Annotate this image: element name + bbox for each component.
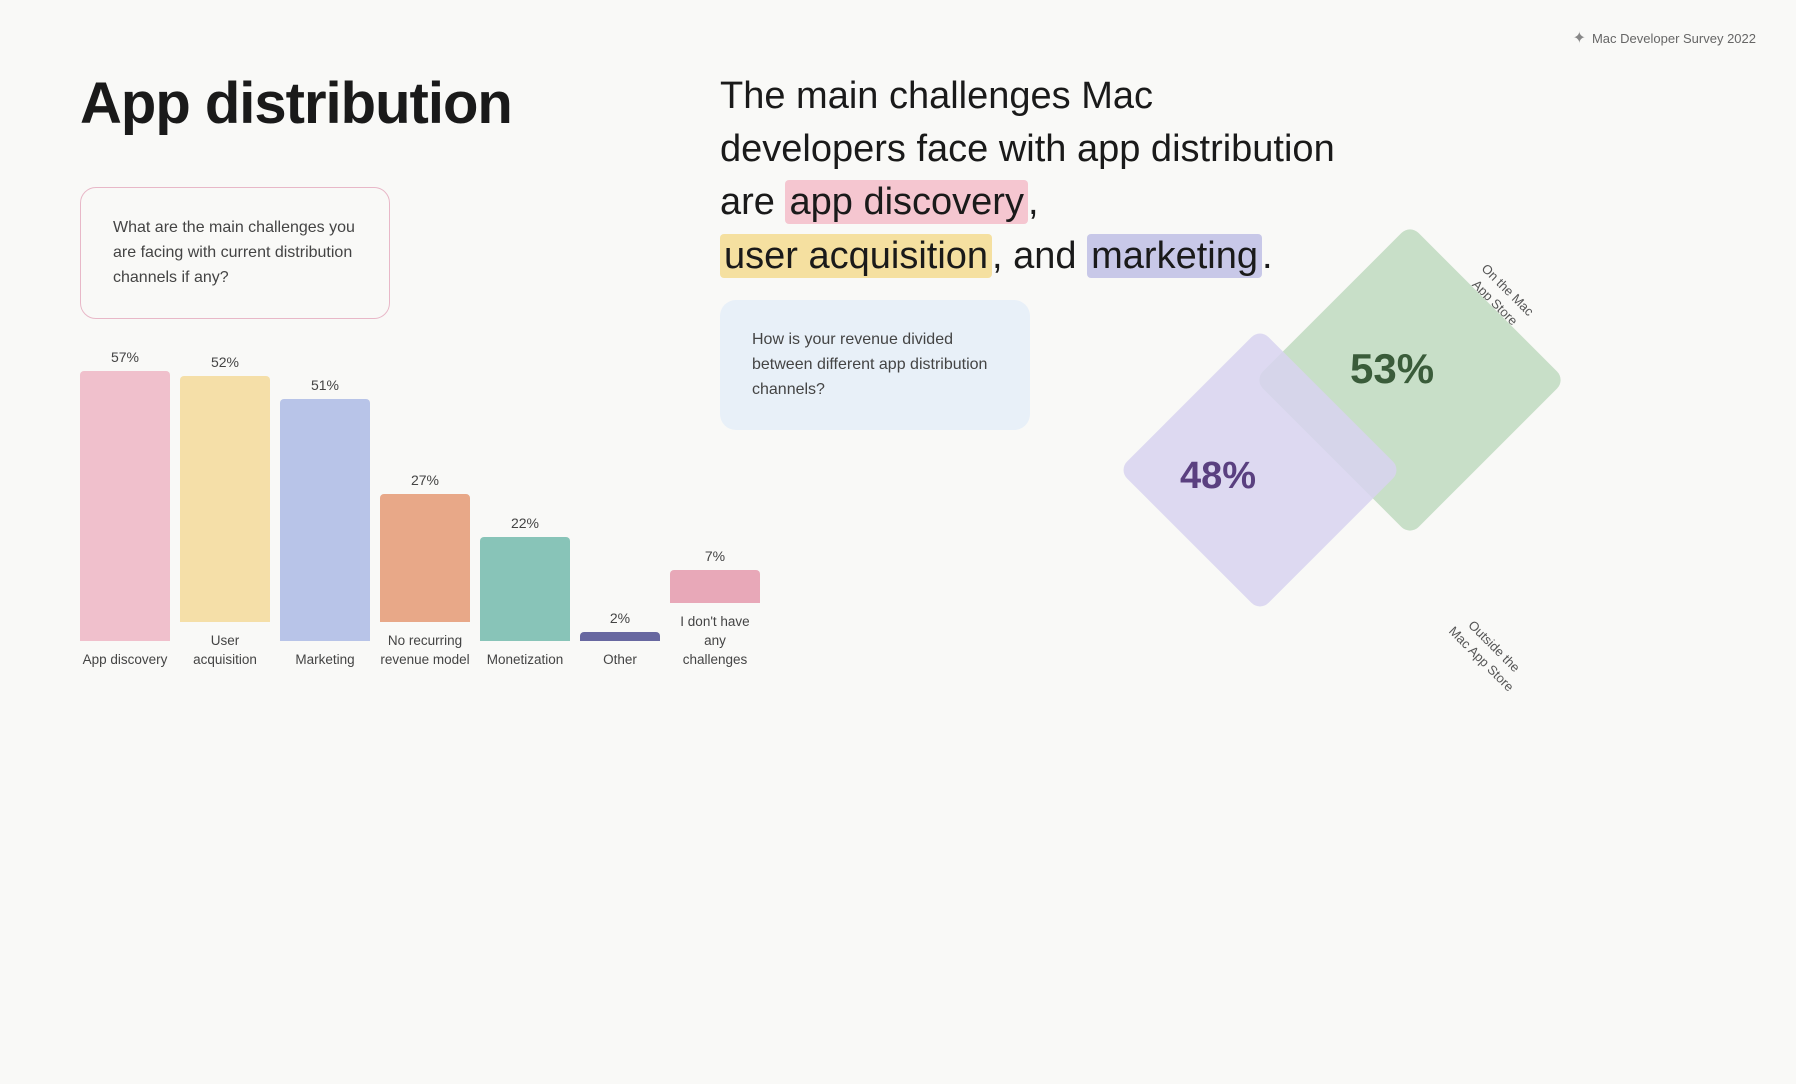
bar-pct: 57%: [111, 349, 139, 365]
bar-label: I don't haveany challenges: [670, 613, 760, 670]
brand-label: ✦ Mac Developer Survey 2022: [1573, 28, 1756, 48]
bar-label: Other: [603, 651, 637, 670]
diamond-lavender-pct: 48%: [1180, 455, 1256, 498]
bar-chart: 57% App discovery 52% Useracquisition 51…: [80, 359, 780, 669]
bar-pct: 7%: [705, 548, 725, 564]
bar-pct: 52%: [211, 354, 239, 370]
bar-rect: [480, 537, 570, 641]
bar-rect: [280, 399, 370, 641]
bar-group: 27% No recurringrevenue model: [380, 472, 470, 670]
outside-store-label: Outside theMac App Store: [1445, 610, 1530, 695]
bar-group: 57% App discovery: [80, 349, 170, 670]
headline: The main challenges Mac developers face …: [720, 70, 1340, 283]
bar-group: 51% Marketing: [280, 377, 370, 670]
bar-label: Monetization: [487, 651, 564, 670]
diamonds-container: On the MacApp Store 53% 48% Outside theM…: [1100, 270, 1600, 670]
headline-part3: , and: [992, 235, 1087, 277]
bar-rect: [380, 494, 470, 622]
question-box: What are the main challenges you are fac…: [80, 187, 390, 319]
bar-group: 2% Other: [580, 610, 660, 670]
question-box2: How is your revenue divided between diff…: [720, 300, 1030, 430]
bar-pct: 27%: [411, 472, 439, 488]
bar-label: Marketing: [295, 651, 354, 670]
bar-rect: [180, 376, 270, 622]
bar-pct: 22%: [511, 515, 539, 531]
page-title: App distribution: [80, 70, 780, 137]
highlight-discovery: app discovery: [785, 180, 1027, 224]
question-text: What are the main challenges you are fac…: [113, 216, 357, 290]
bar-rect: [580, 632, 660, 641]
brand-text: Mac Developer Survey 2022: [1592, 31, 1756, 46]
bar-rect: [80, 371, 170, 641]
highlight-user: user acquisition: [720, 234, 992, 278]
brand-icon: ✦: [1573, 28, 1586, 48]
diamond-green-pct: 53%: [1350, 345, 1434, 393]
bar-pct: 2%: [610, 610, 630, 626]
headline-part2: ,: [1028, 181, 1039, 223]
question2-text: How is your revenue divided between diff…: [752, 328, 998, 402]
bar-pct: 51%: [311, 377, 339, 393]
bar-label: Useracquisition: [193, 632, 257, 670]
right-section: The main challenges Mac developers face …: [720, 70, 1740, 333]
bar-group: 22% Monetization: [480, 515, 570, 670]
left-section: App distribution What are the main chall…: [80, 70, 780, 669]
bar-label: App discovery: [83, 651, 168, 670]
bar-label: No recurringrevenue model: [380, 632, 469, 670]
bar-group: 7% I don't haveany challenges: [670, 548, 760, 670]
bar-group: 52% Useracquisition: [180, 354, 270, 670]
bar-rect: [670, 570, 760, 603]
